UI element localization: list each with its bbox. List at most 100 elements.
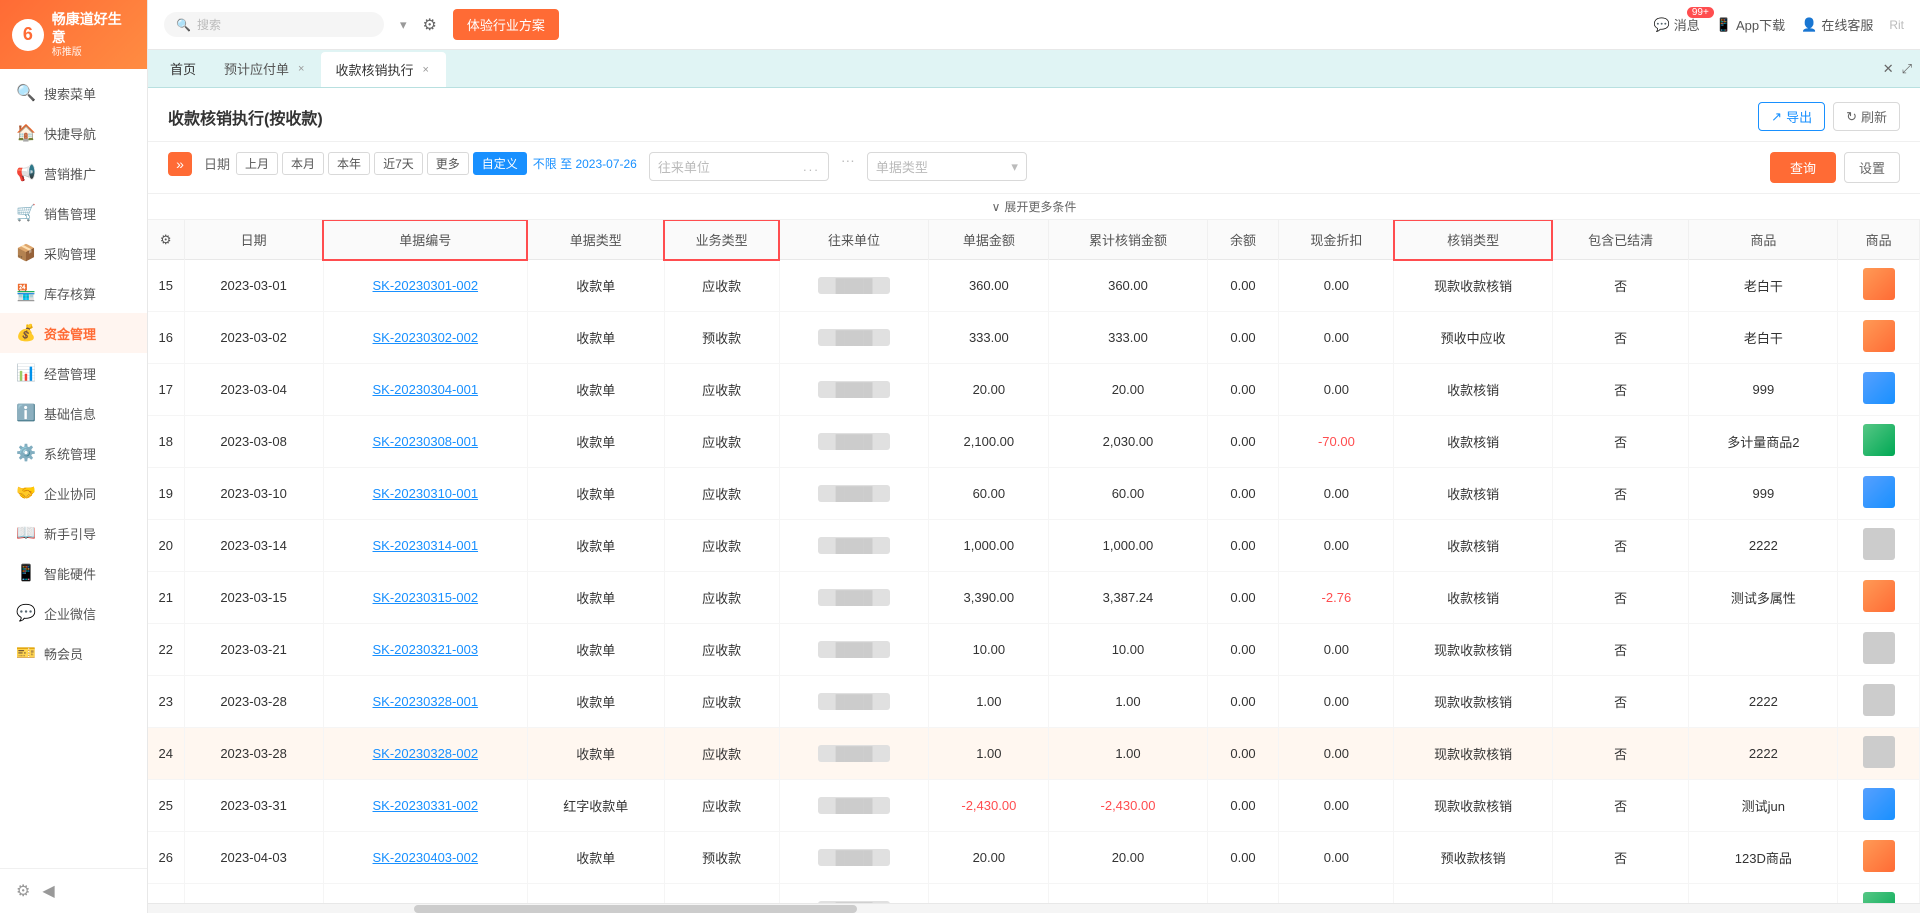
sidebar-item-shortcut[interactable]: 🏠 快捷导航	[0, 113, 147, 153]
topbar-message[interactable]: 💬 消息 99+	[1654, 15, 1700, 34]
sidebar-label-purchase: 采购管理	[44, 244, 96, 263]
sidebar-item-hardware[interactable]: 📱 智能硬件	[0, 553, 147, 593]
sidebar-item-search[interactable]: 🔍 搜索菜单	[0, 73, 147, 113]
partner-value: ████	[818, 797, 891, 814]
cell-goods-name: 2222	[1689, 520, 1838, 572]
topbar-online-service[interactable]: 👤 在线客服	[1801, 15, 1873, 34]
tab-collection[interactable]: 收款核销执行 ×	[321, 52, 445, 87]
topbar-app-download[interactable]: 📱 App下载	[1716, 15, 1785, 34]
sn-link[interactable]: SK-20230331-002	[373, 798, 479, 813]
prepay-tab-close[interactable]: ×	[295, 62, 307, 76]
sidebar-item-member[interactable]: 🎫 畅会员	[0, 633, 147, 673]
sn-link[interactable]: SK-20230328-001	[373, 694, 479, 709]
sidebar-item-sales[interactable]: 🛒 销售管理	[0, 193, 147, 233]
tab-prepay[interactable]: 预计应付单 ×	[210, 51, 321, 86]
table-row: 22 2023-03-21 SK-20230321-003 收款单 应收款 ██…	[148, 624, 1920, 676]
table-body: 15 2023-03-01 SK-20230301-002 收款单 应收款 ██…	[148, 260, 1920, 904]
cell-include-cleared: 否	[1552, 780, 1689, 832]
partner-value: ████	[818, 485, 891, 502]
sidebar-item-wechat[interactable]: 💬 企业微信	[0, 593, 147, 633]
setting-button[interactable]: 设置	[1844, 152, 1900, 183]
partner-value: ████	[818, 901, 891, 903]
sn-link[interactable]: SK-20230302-002	[373, 330, 479, 345]
topbar-search-box[interactable]: 🔍 搜索	[164, 12, 384, 37]
th-goods-img: 商品	[1838, 220, 1920, 260]
sn-link[interactable]: SK-20230315-002	[373, 590, 479, 605]
sidebar-label-hardware: 智能硬件	[44, 564, 96, 583]
filter-date-thismonth[interactable]: 本月	[282, 152, 324, 175]
sn-link[interactable]: SK-20230408-001	[373, 902, 479, 903]
sidebar-item-system[interactable]: ⚙️ 系统管理	[0, 433, 147, 473]
collapse-icon[interactable]: ◀	[42, 881, 54, 901]
cell-doctype: 收款单	[527, 572, 664, 624]
th-settings[interactable]: ⚙	[148, 220, 184, 260]
cell-doctype: 收款单	[527, 624, 664, 676]
filter-expand-more[interactable]: ∨ 展开更多条件	[148, 194, 1920, 220]
logo-icon: 6	[12, 19, 44, 51]
sidebar-label-wechat: 企业微信	[44, 604, 96, 623]
refresh-icon: ↻	[1846, 109, 1857, 125]
topbar-dropdown-icon[interactable]: ▾	[400, 17, 407, 33]
cell-sn: SK-20230310-001	[323, 468, 527, 520]
sidebar-item-guide[interactable]: 📖 新手引导	[0, 513, 147, 553]
cell-goods-name: 老白干	[1689, 312, 1838, 364]
goods-image	[1863, 320, 1895, 352]
filter-date-thisyear[interactable]: 本年	[328, 152, 370, 175]
cell-goods-name: 2222	[1689, 676, 1838, 728]
filter-date-7days[interactable]: 近7天	[374, 152, 423, 175]
export-button[interactable]: ↗ 导出	[1758, 102, 1825, 131]
topbar-settings-icon[interactable]: ⚙	[423, 15, 437, 35]
sidebar-item-basic[interactable]: ℹ️ 基础信息	[0, 393, 147, 433]
sidebar-label-search: 搜索菜单	[44, 84, 96, 103]
filter-action-buttons: 查询 设置	[1770, 152, 1900, 183]
cell-balance: 0.00	[1207, 520, 1279, 572]
cell-cumulative: 100.00	[1049, 884, 1207, 904]
sidebar-item-enterprise[interactable]: 🤝 企业协同	[0, 473, 147, 513]
filter-date-lastmonth[interactable]: 上月	[236, 152, 278, 175]
sidebar-item-purchase[interactable]: 📦 采购管理	[0, 233, 147, 273]
topbar-solution-button[interactable]: 体验行业方案	[453, 9, 559, 40]
cell-amount: 360.00	[929, 260, 1049, 312]
sidebar-item-finance[interactable]: 💰 资金管理	[0, 313, 147, 353]
cell-canceltype: 收款核销	[1394, 468, 1552, 520]
cell-goods-image	[1838, 312, 1920, 364]
cell-doctype: 红字收款单	[527, 780, 664, 832]
sn-link[interactable]: SK-20230310-001	[373, 486, 479, 501]
sn-link[interactable]: SK-20230304-001	[373, 382, 479, 397]
refresh-button[interactable]: ↻ 刷新	[1833, 102, 1900, 131]
refresh-label: 刷新	[1861, 107, 1887, 126]
tab-expand-icon[interactable]: ⤢	[1902, 61, 1912, 77]
cell-seq: 21	[148, 572, 184, 624]
collection-tab-close[interactable]: ×	[419, 63, 431, 77]
filter-date-custom[interactable]: 自定义	[473, 152, 527, 175]
sidebar-item-operation[interactable]: 📊 经营管理	[0, 353, 147, 393]
cell-seq: 16	[148, 312, 184, 364]
sn-link[interactable]: SK-20230308-001	[373, 434, 479, 449]
sn-link[interactable]: SK-20230314-001	[373, 538, 479, 553]
sn-link[interactable]: SK-20230321-003	[373, 642, 479, 657]
partner-value: ████	[818, 849, 891, 866]
cell-include-cleared: 否	[1552, 260, 1689, 312]
chevron-down-icon: ▾	[1011, 159, 1018, 175]
operation-icon: 📊	[16, 363, 36, 383]
cell-goods-name: 测试jun	[1689, 780, 1838, 832]
cell-biztype: 应收款	[664, 572, 779, 624]
filter-doctype-select[interactable]: 单据类型 ▾	[867, 152, 1027, 181]
cell-canceltype: 现款收款核销	[1394, 676, 1552, 728]
th-doctype: 单据类型	[527, 220, 664, 260]
filter-partner-input[interactable]: 往来单位 ...	[649, 152, 829, 181]
tab-home[interactable]: 首页	[156, 51, 210, 86]
sn-link[interactable]: SK-20230328-002	[373, 746, 479, 761]
sn-link[interactable]: SK-20230301-002	[373, 278, 479, 293]
cell-sn: SK-20230315-002	[323, 572, 527, 624]
query-button[interactable]: 查询	[1770, 152, 1836, 183]
sidebar-item-marketing[interactable]: 📢 营销推广	[0, 153, 147, 193]
tab-close-window-icon[interactable]: ✕	[1883, 61, 1894, 77]
sn-link[interactable]: SK-20230403-002	[373, 850, 479, 865]
filter-expand-button[interactable]: »	[168, 152, 192, 176]
table-scrollbar-thumb[interactable]	[414, 905, 857, 913]
search-menu-icon: 🔍	[16, 83, 36, 103]
sidebar-item-inventory[interactable]: 🏪 库存核算	[0, 273, 147, 313]
settings-bottom-icon[interactable]: ⚙	[16, 881, 30, 901]
filter-date-more[interactable]: 更多	[427, 152, 469, 175]
